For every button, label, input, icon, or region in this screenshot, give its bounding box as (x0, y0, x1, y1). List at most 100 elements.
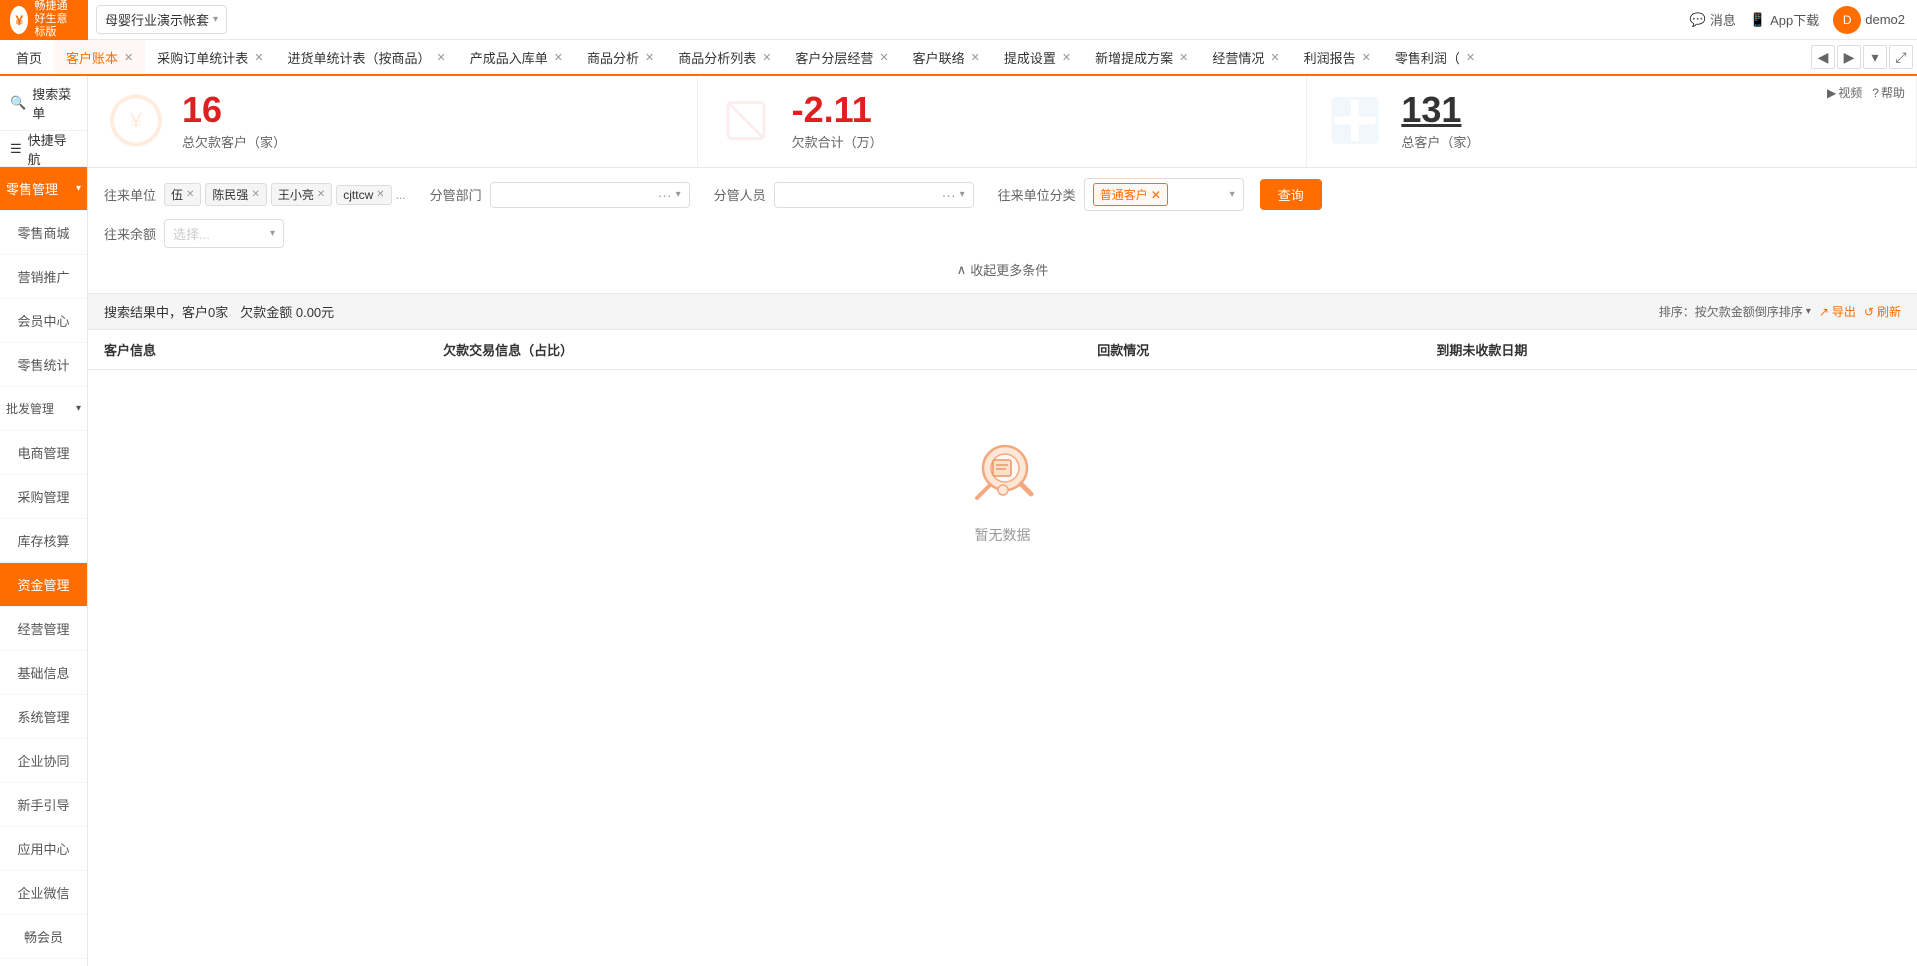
sidebar-item-finance-mgmt[interactable]: 资金管理 (0, 563, 87, 607)
unit-class-select[interactable]: 普通客户 ✕ ▾ (1084, 178, 1244, 211)
logo-icon: ¥ (10, 6, 28, 34)
close-icon[interactable]: ✕ (1179, 51, 1188, 64)
help-icon: ? (1872, 86, 1879, 100)
tag-close-icon[interactable]: ✕ (317, 189, 325, 200)
export-button[interactable]: ↗ 导出 (1819, 303, 1856, 320)
user-avatar[interactable]: D demo2 (1833, 6, 1905, 34)
col-debt-info: 欠款交易信息（占比） (427, 330, 1081, 370)
logo-text: 畅捷通好生意 标版 (34, 0, 78, 39)
video-link[interactable]: ▶ 视频 (1827, 84, 1862, 101)
sidebar-item-basic-info[interactable]: 基础信息 (0, 651, 87, 695)
chevron-down-icon: ▾ (1806, 306, 1811, 317)
tab-scroll-left[interactable]: ◀ (1811, 45, 1835, 69)
stat-value-debt: -2.11 (792, 92, 883, 128)
tab-customer-book[interactable]: 客户账本 ✕ (54, 40, 145, 76)
unit-class-label: 往来单位分类 (998, 185, 1076, 204)
sidebar-item-system-mgmt[interactable]: 系统管理 (0, 695, 87, 739)
refresh-button[interactable]: ↺ 刷新 (1864, 303, 1901, 320)
close-icon[interactable]: ✕ (124, 51, 133, 64)
filter-tag-u1[interactable]: 伍 ✕ (164, 183, 201, 206)
query-button[interactable]: 查询 (1260, 179, 1322, 210)
close-icon[interactable]: ✕ (879, 51, 888, 64)
sidebar-item-app-center[interactable]: 应用中心 (0, 827, 87, 871)
col-due-date: 到期未收款日期 (1420, 330, 1917, 370)
sidebar-item-retail-shop[interactable]: 零售商城 (0, 211, 87, 255)
collapse-button[interactable]: ∧ 收起更多条件 (104, 256, 1901, 283)
empty-label: 暂无数据 (975, 525, 1031, 545)
app-icon: 📱 (1750, 12, 1766, 28)
nav-tabs: 首页 客户账本 ✕ 采购订单统计表 ✕ 进货单统计表（按商品） ✕ 产成品入库单… (0, 40, 1917, 76)
unit-label: 往来单位 (104, 185, 156, 204)
filter-tag-u3[interactable]: 王小亮 ✕ (271, 183, 332, 206)
tab-profit-report[interactable]: 利润报告 ✕ (1292, 40, 1383, 76)
chevron-down-icon: ▾ (76, 403, 81, 414)
tag-close-icon[interactable]: ✕ (1151, 188, 1161, 202)
stat-info-total-clients: 131 总客户（家） (1401, 92, 1479, 151)
person-select[interactable]: ··· ▾ (774, 182, 974, 208)
logo-area[interactable]: ¥ 畅捷通好生意 标版 (0, 0, 88, 40)
tab-more[interactable]: ▾ (1863, 45, 1887, 69)
sidebar-item-purchase-mgmt[interactable]: 采购管理 (0, 475, 87, 519)
tag-close-icon[interactable]: ✕ (376, 189, 384, 200)
stat-value-total-clients: 131 (1401, 92, 1479, 128)
close-icon[interactable]: ✕ (554, 51, 563, 64)
close-icon[interactable]: ✕ (1270, 51, 1279, 64)
tab-home[interactable]: 首页 (4, 40, 54, 76)
dept-select[interactable]: ··· ▾ (490, 182, 690, 208)
sidebar-item-wholesale-mgmt[interactable]: 批发管理 ▾ (0, 387, 87, 431)
tab-retail-profit[interactable]: 零售利润（ ✕ (1383, 40, 1487, 76)
sidebar-item-newbie-guide[interactable]: 新手引导 (0, 783, 87, 827)
dept-more-icon[interactable]: ··· (658, 187, 672, 203)
sidebar-item-enterprise-wechat[interactable]: 企业微信 (0, 871, 87, 915)
tab-product-analysis[interactable]: 商品分析 ✕ (575, 40, 666, 76)
tab-expand[interactable]: ⤢ (1889, 45, 1913, 69)
filter-tag-u2[interactable]: 陈民强 ✕ (205, 183, 266, 206)
account-selector[interactable]: 母婴行业演示帐套 ▾ (96, 5, 227, 34)
tab-product-analysis-list[interactable]: 商品分析列表 ✕ (666, 40, 783, 76)
sidebar-item-inventory-check[interactable]: 库存核算 (0, 519, 87, 563)
close-icon[interactable]: ✕ (1062, 51, 1071, 64)
sidebar-item-retail-mgmt[interactable]: 零售管理 ▾ (0, 167, 87, 211)
tab-promotion-settings[interactable]: 提成设置 ✕ (992, 40, 1083, 76)
close-icon[interactable]: ✕ (971, 51, 980, 64)
sidebar-item-retail-stats[interactable]: 零售统计 (0, 343, 87, 387)
close-icon[interactable]: ✕ (1466, 51, 1475, 64)
tab-nav-arrows: ◀ ▶ ▾ ⤢ (1811, 45, 1913, 69)
balance-select[interactable]: 选择... ▾ (164, 219, 284, 248)
close-icon[interactable]: ✕ (437, 51, 446, 64)
sidebar-item-member-center[interactable]: 会员中心 (0, 299, 87, 343)
sidebar-search[interactable]: 🔍 搜索菜单 (0, 76, 87, 131)
tab-scroll-right[interactable]: ▶ (1837, 45, 1861, 69)
close-icon[interactable]: ✕ (254, 51, 263, 64)
sidebar-item-vip-member[interactable]: 畅会员 (0, 915, 87, 959)
sidebar-item-marketing[interactable]: 营销推广 (0, 255, 87, 299)
tag-close-icon[interactable]: ✕ (251, 189, 259, 200)
tab-stock-in-stats[interactable]: 进货单统计表（按商品） ✕ (275, 40, 457, 76)
tag-close-icon[interactable]: ✕ (186, 189, 194, 200)
app-download-button[interactable]: 📱 App下载 (1750, 10, 1819, 29)
message-button[interactable]: 💬 消息 (1690, 10, 1736, 29)
tab-operations[interactable]: 经营情况 ✕ (1200, 40, 1291, 76)
table-header: 客户信息 欠款交易信息（占比） 回款情况 到期未收款日期 (88, 330, 1917, 370)
help-link[interactable]: ? 帮助 (1872, 84, 1905, 101)
customer-stat-icon: ¥ (108, 92, 164, 148)
tab-customer-contact[interactable]: 客户联络 ✕ (901, 40, 992, 76)
tab-customer-segment[interactable]: 客户分层经营 ✕ (783, 40, 900, 76)
filter-tag-u4[interactable]: cjttcw ✕ (336, 185, 391, 205)
tab-new-promotion-plan[interactable]: 新增提成方案 ✕ (1083, 40, 1200, 76)
top-right-area: 💬 消息 📱 App下载 D demo2 (1690, 6, 1905, 34)
tab-product-stock-in[interactable]: 产成品入库单 ✕ (458, 40, 575, 76)
filter-more-tags[interactable]: ... (396, 188, 406, 202)
sidebar-item-enterprise-coop[interactable]: 企业协同 (0, 739, 87, 783)
debt-stat-icon (718, 92, 774, 148)
close-icon[interactable]: ✕ (762, 51, 771, 64)
sidebar-quick-nav[interactable]: ☰ 快捷导航 (0, 131, 87, 167)
person-more-icon[interactable]: ··· (942, 187, 956, 203)
sidebar-item-ecommerce-mgmt[interactable]: 电商管理 (0, 431, 87, 475)
sort-select[interactable]: 排序：按欠款金额倒序排序 ▾ (1659, 303, 1811, 320)
tab-purchase-order-stats[interactable]: 采购订单统计表 ✕ (145, 40, 275, 76)
close-icon[interactable]: ✕ (1362, 51, 1371, 64)
sidebar-item-operations-mgmt[interactable]: 经营管理 (0, 607, 87, 651)
unit-class-tag[interactable]: 普通客户 ✕ (1093, 183, 1168, 206)
close-icon[interactable]: ✕ (645, 51, 654, 64)
